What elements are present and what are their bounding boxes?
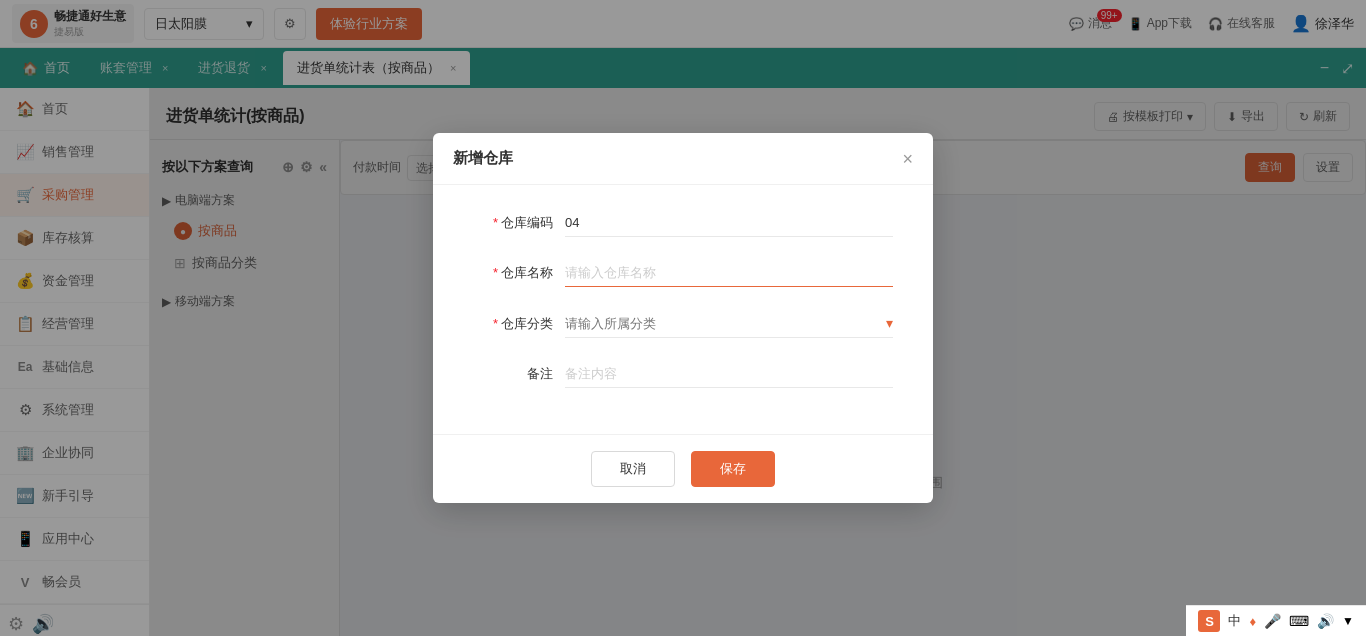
status-bar: S 中 ♦ 🎤 ⌨ 🔊 ▼ bbox=[1186, 605, 1366, 636]
category-select-wrap: ▾ bbox=[565, 309, 893, 338]
modal-close-button[interactable]: × bbox=[902, 150, 913, 168]
add-warehouse-modal: 新增仓库 × 仓库编码 仓库名称 仓库分类 ▾ bbox=[433, 133, 933, 503]
form-row-name: 仓库名称 bbox=[473, 259, 893, 287]
form-row-note: 备注 bbox=[473, 360, 893, 388]
name-label: 仓库名称 bbox=[473, 264, 553, 282]
code-label: 仓库编码 bbox=[473, 214, 553, 232]
modal-title: 新增仓库 bbox=[453, 149, 513, 168]
cancel-button[interactable]: 取消 bbox=[591, 451, 675, 487]
modal-header: 新增仓库 × bbox=[433, 133, 933, 185]
category-dropdown-icon[interactable]: ▾ bbox=[886, 315, 893, 331]
keyboard-icon: ⌨ bbox=[1289, 613, 1309, 629]
modal-overlay[interactable]: 新增仓库 × 仓库编码 仓库名称 仓库分类 ▾ bbox=[0, 0, 1366, 636]
modal-body: 仓库编码 仓库名称 仓库分类 ▾ 备注 bbox=[433, 185, 933, 434]
save-button[interactable]: 保存 bbox=[691, 451, 775, 487]
category-label: 仓库分类 bbox=[473, 315, 553, 333]
name-input[interactable] bbox=[565, 259, 893, 287]
dropdown-arrow[interactable]: ▼ bbox=[1342, 614, 1354, 628]
note-label: 备注 bbox=[473, 365, 553, 383]
category-input[interactable] bbox=[565, 316, 886, 331]
chinese-input-icon: 中 bbox=[1228, 612, 1241, 630]
speaker-icon: 🔊 bbox=[1317, 613, 1334, 629]
modal-footer: 取消 保存 bbox=[433, 434, 933, 503]
code-input[interactable] bbox=[565, 209, 893, 237]
form-row-code: 仓库编码 bbox=[473, 209, 893, 237]
dot-icon: ♦ bbox=[1249, 614, 1256, 629]
s-logo: S bbox=[1198, 610, 1220, 632]
mic-icon: 🎤 bbox=[1264, 613, 1281, 629]
form-row-category: 仓库分类 ▾ bbox=[473, 309, 893, 338]
note-input[interactable] bbox=[565, 360, 893, 388]
